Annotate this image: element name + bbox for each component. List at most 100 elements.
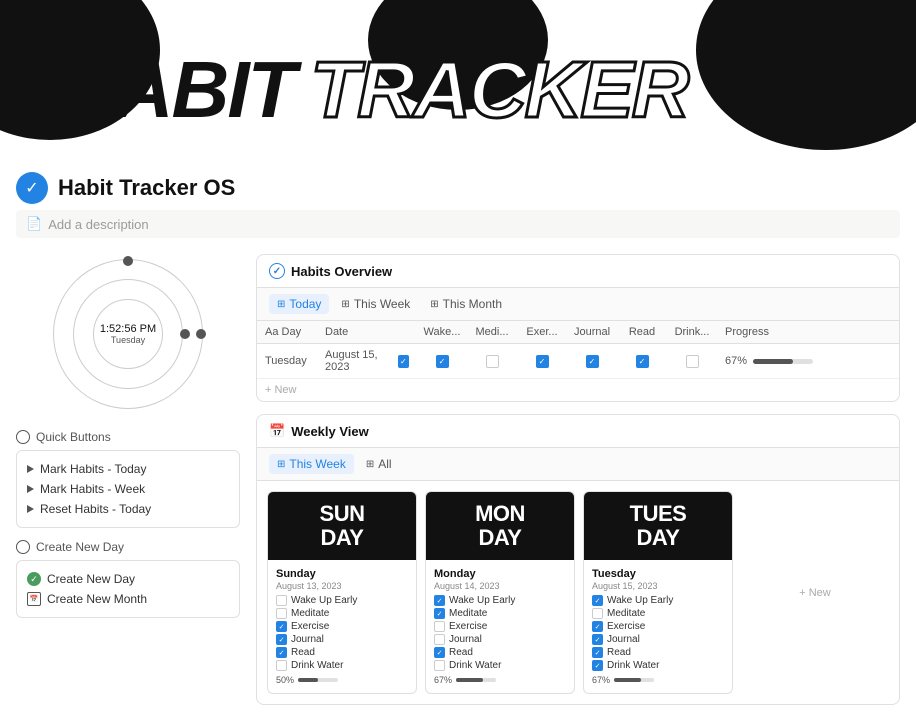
days-grid: SUNDAY Sunday August 13, 2023 Wake Up Ea… xyxy=(257,481,899,704)
cell-read[interactable]: ✓ xyxy=(617,350,667,373)
tuesday-progress-pct: 67% xyxy=(592,675,610,685)
tuesday-exer-label: Exercise xyxy=(607,621,645,632)
check-circle-icon: ✓ xyxy=(269,263,285,279)
create-new-day-btn[interactable]: ✓ Create New Day xyxy=(27,569,229,589)
tab-this-week-weekly-label: This Week xyxy=(289,457,345,471)
sunday-progress-bar xyxy=(298,678,338,682)
tuesday-read-label: Read xyxy=(607,647,631,658)
page-title: Habit Tracker OS xyxy=(58,175,235,201)
tuesday-name: Tuesday xyxy=(592,568,724,580)
monday-medi-check[interactable]: ✓ xyxy=(434,608,445,619)
clock-widget: 1:52:56 PM Tuesday xyxy=(16,254,240,414)
monday-habit-1: ✓ Wake Up Early xyxy=(434,595,566,606)
page-meta: ✓ Habit Tracker OS xyxy=(0,160,916,204)
monday-progress: 67% xyxy=(434,675,566,685)
add-description-bar[interactable]: 📄 Add a description xyxy=(16,210,900,238)
cell-exer[interactable]: ✓ xyxy=(517,350,567,373)
tuesday-date: August 15, 2023 xyxy=(592,581,724,591)
monday-read-label: Read xyxy=(449,647,473,658)
cell-date-text: August 15, 2023 xyxy=(325,349,394,373)
tab-this-week-weekly[interactable]: ⊞ This Week xyxy=(269,454,354,474)
create-new-month-btn[interactable]: 📅 Create New Month xyxy=(27,589,229,609)
clock-day: Tuesday xyxy=(100,335,156,345)
sunday-medi-check[interactable] xyxy=(276,608,287,619)
sunday-habit-6: Drink Water xyxy=(276,660,408,671)
tab-today-label: Today xyxy=(289,297,321,311)
col-header-date: Date xyxy=(317,321,417,343)
sunday-exer-check[interactable]: ✓ xyxy=(276,621,287,632)
monday-wake-label: Wake Up Early xyxy=(449,595,515,606)
mark-habits-week-btn[interactable]: Mark Habits - Week xyxy=(27,479,229,499)
sunday-wake-check[interactable] xyxy=(276,595,287,606)
create-section-title: Create New Day xyxy=(36,540,124,554)
play-icon-3 xyxy=(27,505,34,513)
header-banner: HABIT TRACKER 📋 xyxy=(0,0,916,160)
sunday-journal-label: Journal xyxy=(291,634,324,645)
clipboard-icon: 📋 xyxy=(816,30,916,124)
sunday-read-check[interactable]: ✓ xyxy=(276,647,287,658)
sunday-read-label: Read xyxy=(291,647,315,658)
cell-medi[interactable] xyxy=(467,350,517,373)
tuesday-progress: 67% xyxy=(592,675,724,685)
sunday-date: August 13, 2023 xyxy=(276,581,408,591)
page-icon: ✓ xyxy=(16,172,48,204)
cell-journal[interactable]: ✓ xyxy=(567,350,617,373)
table-icon: ⊞ xyxy=(277,299,285,310)
monday-exer-check[interactable] xyxy=(434,621,445,632)
table-row: Tuesday August 15, 2023 ✓ ✓ ✓ ✓ ✓ 67% xyxy=(257,344,899,379)
monday-progress-pct: 67% xyxy=(434,675,452,685)
tuesday-header: TUESDAY xyxy=(584,492,732,560)
tuesday-progress-fill xyxy=(614,678,641,682)
add-description-label: Add a description xyxy=(48,217,148,232)
col-header-journal: Journal xyxy=(567,321,617,343)
reset-habits-today-btn[interactable]: Reset Habits - Today xyxy=(27,499,229,519)
create-section-box: ✓ Create New Day 📅 Create New Month xyxy=(16,560,240,618)
monday-read-check[interactable]: ✓ xyxy=(434,647,445,658)
cell-wake[interactable]: ✓ xyxy=(417,350,467,373)
monday-progress-bar xyxy=(456,678,496,682)
tab-all[interactable]: ⊞ All xyxy=(358,454,400,474)
tuesday-drink-check[interactable]: ✓ xyxy=(592,660,603,671)
read-checkbox: ✓ xyxy=(636,355,649,368)
sunday-drink-check[interactable] xyxy=(276,660,287,671)
tab-this-month[interactable]: ⊞ This Month xyxy=(422,294,510,314)
cell-date-check[interactable]: ✓ xyxy=(398,355,409,368)
tuesday-exer-check[interactable]: ✓ xyxy=(592,621,603,632)
tuesday-read-check[interactable]: ✓ xyxy=(592,647,603,658)
circle-icon-2 xyxy=(16,540,30,554)
monday-progress-fill xyxy=(456,678,483,682)
col-header-progress: Progress xyxy=(717,321,899,343)
mark-habits-today-btn[interactable]: Mark Habits - Today xyxy=(27,459,229,479)
clock-dot-top xyxy=(123,256,133,266)
quick-buttons-title: Quick Buttons xyxy=(36,430,111,444)
habits-table: Aa Day Date Wake... Medi... Exer... Jour… xyxy=(257,321,899,401)
new-row-btn[interactable]: + New xyxy=(257,379,899,401)
tuesday-habit-1: ✓ Wake Up Early xyxy=(592,595,724,606)
col-header-exer: Exer... xyxy=(517,321,567,343)
tab-this-week[interactable]: ⊞ This Week xyxy=(333,294,418,314)
tuesday-habit-5: ✓ Read xyxy=(592,647,724,658)
day-card-tuesday: TUESDAY Tuesday August 15, 2023 ✓ Wake U… xyxy=(583,491,733,694)
tuesday-wake-check[interactable]: ✓ xyxy=(592,595,603,606)
cell-drink[interactable] xyxy=(667,350,717,373)
sunday-wake-label: Wake Up Early xyxy=(291,595,357,606)
tuesday-medi-check[interactable] xyxy=(592,608,603,619)
tab-this-week-label: This Week xyxy=(354,297,410,311)
day-card-monday: MONDAY Monday August 14, 2023 ✓ Wake Up … xyxy=(425,491,575,694)
tuesday-journal-check[interactable]: ✓ xyxy=(592,634,603,645)
add-new-btn[interactable]: + New xyxy=(795,583,835,603)
monday-drink-check[interactable] xyxy=(434,660,445,671)
habits-overview-title: Habits Overview xyxy=(291,264,392,279)
sunday-header: SUNDAY xyxy=(268,492,416,560)
monday-journal-check[interactable] xyxy=(434,634,445,645)
sunday-content: Sunday August 13, 2023 Wake Up Early Med… xyxy=(268,560,416,693)
habits-overview-header: ✓ Habits Overview xyxy=(257,255,899,288)
tab-today[interactable]: ⊞ Today xyxy=(269,294,329,314)
monday-wake-check[interactable]: ✓ xyxy=(434,595,445,606)
monday-habit-5: ✓ Read xyxy=(434,647,566,658)
sunday-habit-2: Meditate xyxy=(276,608,408,619)
create-section-label: Create New Day xyxy=(16,540,240,554)
sunday-journal-check[interactable]: ✓ xyxy=(276,634,287,645)
sunday-medi-label: Meditate xyxy=(291,608,329,619)
table-icon-3: ⊞ xyxy=(430,299,438,310)
